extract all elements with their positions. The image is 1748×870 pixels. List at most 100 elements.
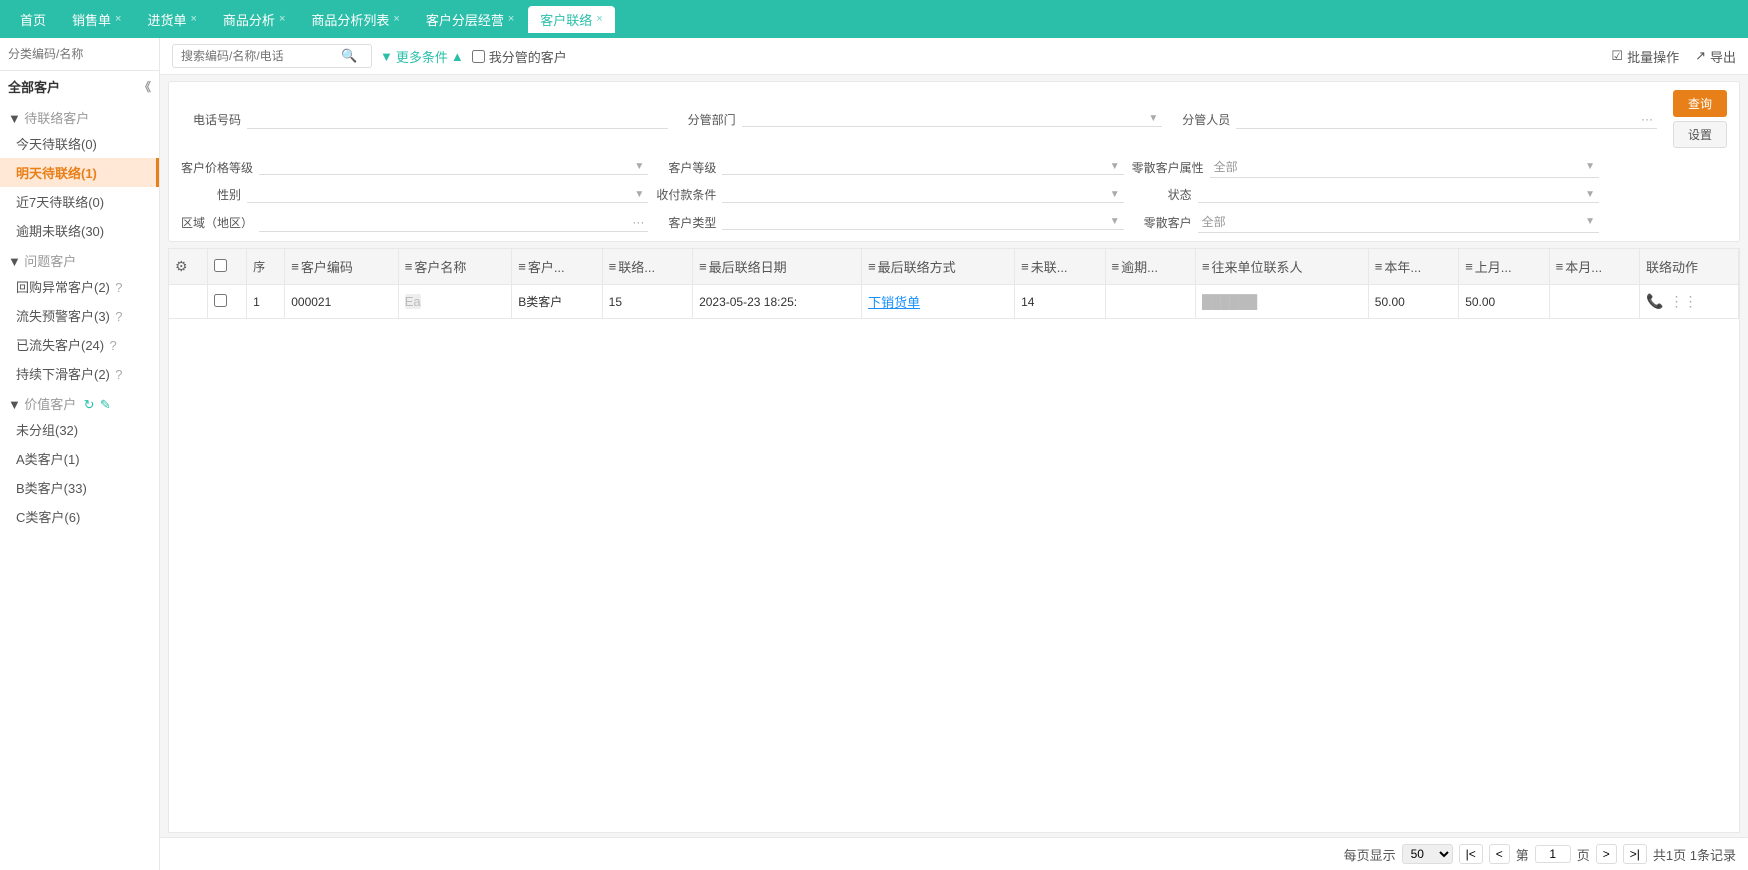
- export-btn[interactable]: ↗ 导出: [1695, 47, 1736, 66]
- row-select-checkbox[interactable]: [214, 294, 227, 307]
- sidebar-item-tomorrow[interactable]: 明天待联络(1): [0, 158, 159, 187]
- table-wrap: ⚙ 序 ≡ 客户编码 ≡ 客户名称 ≡ 客户... ≡ 联络... ≡ 最后联络…: [168, 248, 1740, 833]
- my-customers-check[interactable]: [472, 50, 485, 63]
- filter-area-select[interactable]: ···: [259, 213, 648, 232]
- col-last-date[interactable]: ≡ 最后联络日期: [693, 249, 862, 285]
- table-header-row: ⚙ 序 ≡ 客户编码 ≡ 客户名称 ≡ 客户... ≡ 联络... ≡ 最后联络…: [169, 249, 1739, 285]
- filter-retail-customer-label: 零散客户: [1132, 214, 1192, 231]
- filter-row-1: 电话号码 分管部门 ▼ 分管人员 ··· 查询 设置: [181, 90, 1727, 148]
- sidebar-item-repurchase-abnormal[interactable]: 回购异常客户(2) ?: [0, 272, 159, 301]
- filter-customer-level-select[interactable]: ▼: [722, 159, 1123, 175]
- page-label: 第: [1516, 845, 1529, 864]
- last-page-btn[interactable]: >|: [1623, 844, 1647, 864]
- sidebar-item-class-c[interactable]: C类客户(6): [0, 502, 159, 531]
- col-this-year[interactable]: ≡ 本年...: [1368, 249, 1458, 285]
- filter-customer-type-select[interactable]: ▼: [722, 214, 1123, 230]
- filter-person-label: 分管人员: [1170, 111, 1230, 128]
- col-checkbox[interactable]: [207, 249, 247, 285]
- nav-close-purchase[interactable]: ×: [190, 13, 196, 25]
- sidebar-item-class-a[interactable]: A类客户(1): [0, 444, 159, 473]
- nav-close-product-list[interactable]: ×: [393, 13, 399, 25]
- filter-payment: 收付款条件 ▼: [656, 186, 1123, 203]
- first-page-btn[interactable]: |<: [1459, 844, 1483, 864]
- nav-close-sales[interactable]: ×: [115, 13, 121, 25]
- nav-close-customer-contact[interactable]: ×: [596, 13, 602, 25]
- row-actions: 📞 ⋮⋮: [1640, 285, 1739, 319]
- sidebar-item-declining[interactable]: 持续下滑客户(2) ?: [0, 359, 159, 388]
- col-no-contact[interactable]: ≡ 未联...: [1015, 249, 1105, 285]
- filter-status-select[interactable]: ▼: [1198, 187, 1599, 203]
- row-overdue: [1105, 285, 1195, 319]
- row-contact: 15: [602, 285, 692, 319]
- batch-icon: ☑: [1611, 48, 1623, 64]
- filter-phone-input[interactable]: [247, 110, 668, 129]
- col-contact[interactable]: ≡ 联络...: [602, 249, 692, 285]
- sidebar-item-loss-warning[interactable]: 流失预警客户(3) ?: [0, 301, 159, 330]
- nav-sales[interactable]: 销售单 ×: [60, 6, 133, 33]
- query-button[interactable]: 查询: [1673, 90, 1727, 117]
- filter-retail-customer-select[interactable]: 全部▼: [1198, 211, 1599, 233]
- page-size-select[interactable]: 50 100 200: [1402, 844, 1453, 864]
- sidebar-item-class-b[interactable]: B类客户(33): [0, 473, 159, 502]
- collapse-icon[interactable]: 《: [139, 78, 151, 95]
- filter-phone-label: 电话号码: [181, 111, 241, 128]
- settings-button[interactable]: 设置: [1673, 121, 1727, 148]
- col-gear[interactable]: ⚙: [169, 249, 207, 285]
- more-action-icon[interactable]: ⋮⋮: [1669, 293, 1697, 310]
- nav-close-customer-tier[interactable]: ×: [508, 13, 514, 25]
- col-this-month[interactable]: ≡ 本月...: [1549, 249, 1639, 285]
- filter-payment-select[interactable]: ▼: [722, 187, 1123, 203]
- filter-person-select[interactable]: ···: [1236, 110, 1657, 129]
- col-type[interactable]: ≡ 客户...: [512, 249, 602, 285]
- filter-gender-select[interactable]: ▼: [247, 187, 648, 203]
- filter-payment-label: 收付款条件: [656, 186, 716, 203]
- nav-product-analysis-list[interactable]: 商品分析列表 ×: [299, 6, 411, 33]
- sidebar-all-customers[interactable]: 全部客户 《: [0, 71, 159, 102]
- filter-price-level-label: 客户价格等级: [181, 159, 253, 176]
- nav-close-product-analysis[interactable]: ×: [279, 13, 285, 25]
- filter-retail-attr-select[interactable]: 全部▼: [1210, 156, 1599, 178]
- filter-price-level-select[interactable]: ▼: [259, 159, 648, 175]
- sidebar-search-input[interactable]: [8, 47, 160, 61]
- filter-icon: ▼: [380, 49, 393, 64]
- my-customers-checkbox[interactable]: 我分管的客户: [472, 47, 567, 66]
- sidebar-item-7days[interactable]: 近7天待联络(0): [0, 187, 159, 216]
- sidebar-item-overdue[interactable]: 逾期未联络(30): [0, 216, 159, 245]
- nav-product-analysis[interactable]: 商品分析 ×: [211, 6, 297, 33]
- call-action-icon[interactable]: 📞: [1646, 293, 1663, 310]
- col-unit-contact[interactable]: ≡ 往来单位联系人: [1195, 249, 1368, 285]
- filter-retail-attr-label: 零散客户属性: [1132, 159, 1204, 176]
- col-last-method[interactable]: ≡ 最后联络方式: [862, 249, 1015, 285]
- row-last-method[interactable]: 下销货单: [862, 285, 1015, 319]
- filter-dept-select[interactable]: ▼: [742, 111, 1163, 127]
- next-page-btn[interactable]: >: [1596, 844, 1617, 864]
- filter-bar: 🔍 ▼ 更多条件 ▲ 我分管的客户 ☑ 批量操作 ↗ 导出: [160, 38, 1748, 75]
- page-number-input[interactable]: [1535, 845, 1571, 863]
- row-checkbox[interactable]: [207, 285, 247, 319]
- col-last-month[interactable]: ≡ 上月...: [1459, 249, 1549, 285]
- search-input[interactable]: [181, 49, 341, 63]
- col-overdue[interactable]: ≡ 逾期...: [1105, 249, 1195, 285]
- row-name: Ea: [398, 285, 512, 319]
- sidebar-item-today[interactable]: 今天待联络(0): [0, 129, 159, 158]
- row-no: 1: [247, 285, 285, 319]
- nav-customer-contact[interactable]: 客户联络 ×: [528, 6, 614, 33]
- filter-dept: 分管部门 ▼: [676, 111, 1163, 128]
- filter-customer-type-label: 客户类型: [656, 214, 716, 231]
- filter-row-3: 性别 ▼ 收付款条件 ▼ 状态 ▼: [181, 186, 1727, 203]
- search-icon[interactable]: 🔍: [341, 48, 357, 64]
- nav-purchase[interactable]: 进货单 ×: [135, 6, 208, 33]
- sidebar-item-ungrouped[interactable]: 未分组(32): [0, 415, 159, 444]
- nav-home[interactable]: 首页: [8, 6, 58, 33]
- row-unit-contact: ██████: [1195, 285, 1368, 319]
- batch-ops-btn[interactable]: ☑ 批量操作: [1611, 47, 1679, 66]
- col-code[interactable]: ≡ 客户编码: [285, 249, 399, 285]
- prev-page-btn[interactable]: <: [1489, 844, 1510, 864]
- advanced-filter: 电话号码 分管部门 ▼ 分管人员 ··· 查询 设置: [168, 81, 1740, 242]
- filter-customer-type: 客户类型 ▼: [656, 214, 1123, 231]
- sidebar-item-lost[interactable]: 已流失客户(24) ?: [0, 330, 159, 359]
- select-all-checkbox[interactable]: [214, 259, 227, 272]
- col-name[interactable]: ≡ 客户名称: [398, 249, 512, 285]
- nav-customer-tier[interactable]: 客户分层经营 ×: [414, 6, 526, 33]
- filter-more-btn[interactable]: ▼ 更多条件 ▲: [380, 47, 464, 66]
